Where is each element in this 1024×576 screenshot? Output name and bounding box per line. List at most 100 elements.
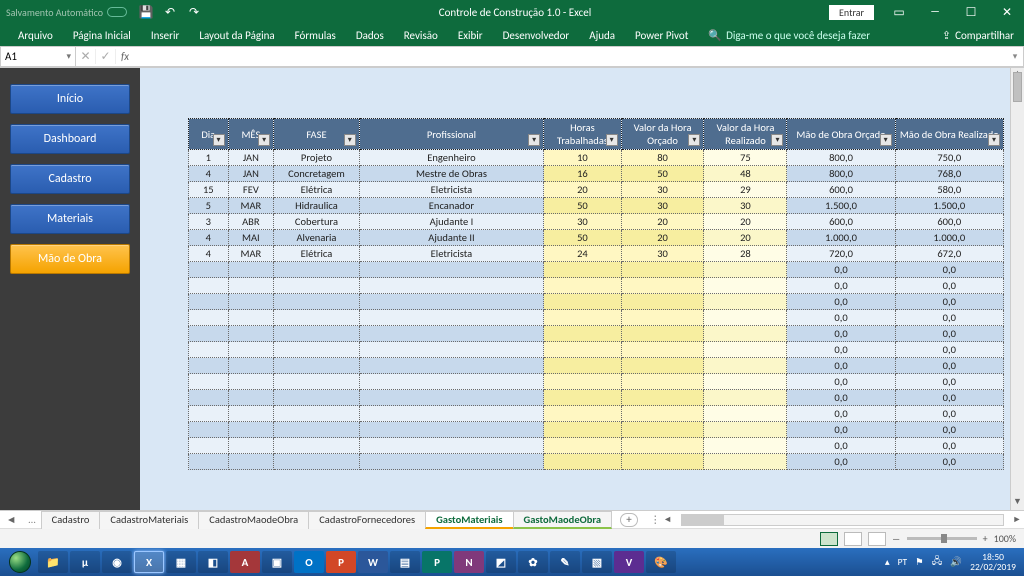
sheet-tab-gastomateriais[interactable]: GastoMateriais bbox=[425, 511, 513, 529]
col-header[interactable]: Mão de Obra Orçado▾ bbox=[787, 119, 895, 150]
scroll-down-icon[interactable]: ▼ bbox=[1011, 496, 1024, 510]
tell-me-search[interactable]: 🔍 Diga-me o que você deseja fazer bbox=[708, 29, 870, 42]
cell[interactable] bbox=[544, 358, 621, 374]
cell[interactable] bbox=[274, 390, 360, 406]
taskbar-app-generic2[interactable]: ◧ bbox=[198, 551, 228, 573]
cell[interactable] bbox=[544, 374, 621, 390]
cell[interactable] bbox=[359, 406, 543, 422]
cell[interactable]: 80 bbox=[621, 150, 704, 166]
cell[interactable] bbox=[274, 278, 360, 294]
cell[interactable]: 672,0 bbox=[895, 246, 1003, 262]
nav-button-dashboard[interactable]: Dashboard bbox=[10, 124, 130, 154]
tab-ajuda[interactable]: Ajuda bbox=[579, 26, 625, 45]
cell[interactable]: 50 bbox=[544, 230, 621, 246]
cell[interactable] bbox=[621, 278, 704, 294]
cell[interactable] bbox=[621, 454, 704, 470]
cell[interactable]: 20 bbox=[621, 214, 704, 230]
signin-button[interactable]: Entrar bbox=[829, 5, 874, 20]
cell[interactable] bbox=[359, 262, 543, 278]
table-row[interactable]: 0,00,0 bbox=[189, 342, 1004, 358]
zoom-slider[interactable] bbox=[907, 537, 977, 540]
taskbar-app-chrome[interactable]: ◉ bbox=[102, 551, 132, 573]
cell[interactable]: 20 bbox=[621, 230, 704, 246]
cell[interactable] bbox=[704, 278, 787, 294]
cell[interactable]: 800,0 bbox=[787, 150, 895, 166]
cell[interactable] bbox=[228, 374, 274, 390]
nav-button-in-cio[interactable]: Início bbox=[10, 84, 130, 114]
nav-button-m-o-de-obra[interactable]: Mão de Obra bbox=[10, 244, 130, 274]
cell[interactable]: 0,0 bbox=[895, 358, 1003, 374]
cell[interactable]: 0,0 bbox=[895, 310, 1003, 326]
cell[interactable] bbox=[228, 438, 274, 454]
tab-desenvolvedor[interactable]: Desenvolvedor bbox=[493, 26, 580, 45]
cell[interactable] bbox=[189, 406, 229, 422]
cell[interactable]: JAN bbox=[228, 166, 274, 182]
cell[interactable]: 20 bbox=[704, 230, 787, 246]
cell[interactable]: 0,0 bbox=[895, 438, 1003, 454]
taskbar-app-onenote[interactable]: N bbox=[454, 551, 484, 573]
col-header[interactable]: FASE▾ bbox=[274, 119, 360, 150]
cell[interactable]: 16 bbox=[544, 166, 621, 182]
cell[interactable] bbox=[621, 262, 704, 278]
chevron-down-icon[interactable]: ▾ bbox=[66, 51, 71, 62]
tab-dados[interactable]: Dados bbox=[346, 26, 394, 45]
col-header[interactable]: Valor da Hora Realizado▾ bbox=[704, 119, 787, 150]
cell[interactable]: Concretagem bbox=[274, 166, 360, 182]
cell[interactable] bbox=[544, 390, 621, 406]
cell[interactable] bbox=[274, 454, 360, 470]
cell[interactable]: 720,0 bbox=[787, 246, 895, 262]
taskbar-app-word[interactable]: W bbox=[358, 551, 388, 573]
cell[interactable] bbox=[274, 358, 360, 374]
cell[interactable]: 750,0 bbox=[895, 150, 1003, 166]
table-row[interactable]: 5MARHidraulicaEncanador5030301.500,01.50… bbox=[189, 198, 1004, 214]
cell[interactable] bbox=[621, 342, 704, 358]
start-button[interactable] bbox=[4, 548, 36, 576]
cell[interactable] bbox=[189, 454, 229, 470]
cell[interactable] bbox=[359, 390, 543, 406]
taskbar-app-generic6[interactable]: ✿ bbox=[518, 551, 548, 573]
tab-arquivo[interactable]: Arquivo bbox=[8, 26, 63, 45]
cell[interactable] bbox=[621, 374, 704, 390]
scroll-thumb[interactable] bbox=[1013, 72, 1022, 102]
cell[interactable]: 0,0 bbox=[787, 390, 895, 406]
close-icon[interactable]: ✕ bbox=[990, 0, 1024, 24]
sheet-tab-cadastromaodeobra[interactable]: CadastroMaodeObra bbox=[198, 511, 309, 529]
cell[interactable]: 0,0 bbox=[895, 422, 1003, 438]
taskbar-app-generic5[interactable]: ◩ bbox=[486, 551, 516, 573]
zoom-out-button[interactable]: ― bbox=[892, 532, 901, 545]
cell[interactable]: 0,0 bbox=[895, 262, 1003, 278]
cell[interactable]: 0,0 bbox=[895, 454, 1003, 470]
cell[interactable]: Hidraulica bbox=[274, 198, 360, 214]
cell[interactable]: 24 bbox=[544, 246, 621, 262]
col-header[interactable]: Mão de Obra Realizado▾ bbox=[895, 119, 1003, 150]
cell[interactable] bbox=[621, 422, 704, 438]
table-row[interactable]: 4MAIAlvenariaAjudante II5020201.000,01.0… bbox=[189, 230, 1004, 246]
table-row[interactable]: 0,00,0 bbox=[189, 294, 1004, 310]
filter-dropdown-icon[interactable]: ▾ bbox=[344, 134, 356, 146]
table-row[interactable]: 0,00,0 bbox=[189, 358, 1004, 374]
cell[interactable]: Alvenaria bbox=[274, 230, 360, 246]
cell[interactable]: 3 bbox=[189, 214, 229, 230]
add-sheet-button[interactable]: + bbox=[620, 513, 638, 527]
cell[interactable]: 0,0 bbox=[895, 390, 1003, 406]
nav-button-materiais[interactable]: Materiais bbox=[10, 204, 130, 234]
tab-inserir[interactable]: Inserir bbox=[141, 26, 190, 45]
cell[interactable]: 0,0 bbox=[895, 406, 1003, 422]
cell[interactable]: 0,0 bbox=[787, 422, 895, 438]
undo-icon[interactable]: ↶ bbox=[163, 5, 177, 19]
hscroll-right-icon[interactable]: ► bbox=[1010, 514, 1024, 525]
filter-dropdown-icon[interactable]: ▾ bbox=[688, 134, 700, 146]
cell[interactable] bbox=[274, 294, 360, 310]
table-row[interactable]: 0,00,0 bbox=[189, 374, 1004, 390]
cell[interactable] bbox=[359, 454, 543, 470]
tray-expand-icon[interactable]: ▴ bbox=[885, 556, 890, 568]
cell[interactable] bbox=[228, 278, 274, 294]
cell[interactable] bbox=[621, 438, 704, 454]
formula-input[interactable] bbox=[134, 47, 1007, 66]
cell[interactable]: 15 bbox=[189, 182, 229, 198]
sheet-nav-prev-icon[interactable]: ◄ bbox=[0, 513, 22, 526]
cell[interactable]: Mestre de Obras bbox=[359, 166, 543, 182]
zoom-value[interactable]: 100% bbox=[994, 532, 1016, 545]
tab-revisao[interactable]: Revisão bbox=[394, 26, 448, 45]
sheet-overflow-icon[interactable]: … bbox=[22, 513, 41, 526]
